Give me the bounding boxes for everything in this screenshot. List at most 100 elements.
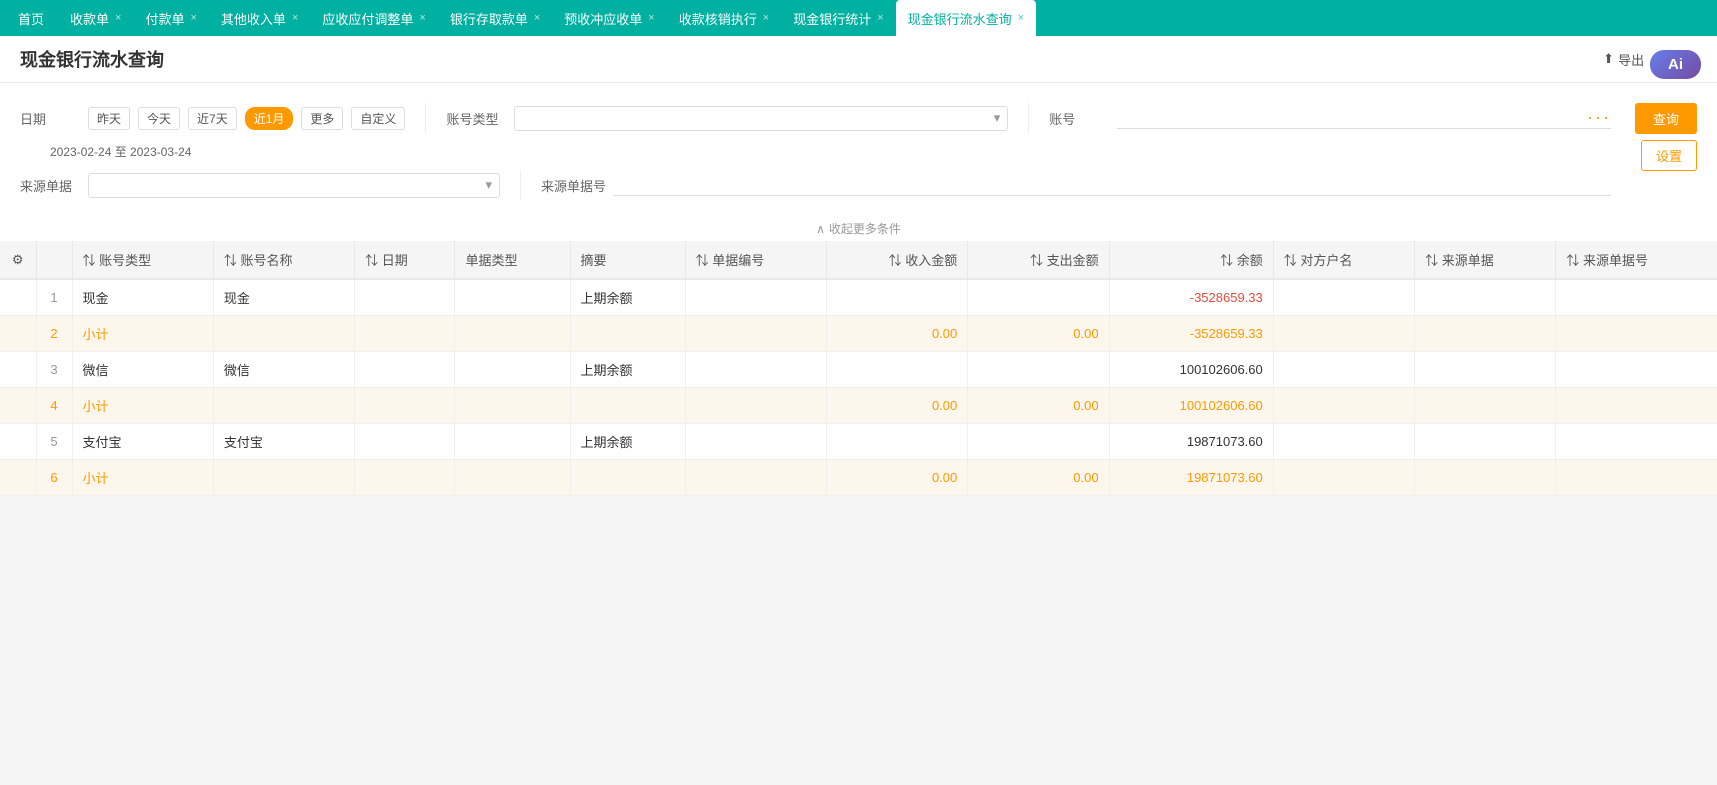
balance-column-header[interactable]: ⇅ 余额 — [1109, 241, 1273, 279]
row-account-type: 小计 — [72, 388, 213, 424]
table-row: 2 小计 0.00 0.00 -3528659.33 — [0, 316, 1717, 352]
main-table: ⚙ ⇅ 账号类型 ⇅ 账号名称 ⇅ 日期 单据类型 摘要 ⇅ 单据编号 ⇅ 收入… — [0, 241, 1717, 496]
close-icon-3[interactable]: × — [419, 12, 425, 24]
page-title: 现金银行流水查询 — [20, 46, 164, 72]
row-income — [826, 352, 967, 388]
account-input[interactable] — [1117, 107, 1587, 128]
nav-tab-2[interactable]: 其他收入单 × — [209, 0, 310, 36]
date-column-header[interactable]: ⇅ 日期 — [355, 241, 455, 279]
table-row: 5 支付宝 支付宝 上期余额 19871073.60 — [0, 424, 1717, 460]
row-num: 4 — [36, 388, 72, 424]
table-row: 3 微信 微信 上期余额 100102606.60 — [0, 352, 1717, 388]
close-icon-8[interactable]: × — [1018, 12, 1024, 24]
row-summary: 上期余额 — [570, 279, 685, 316]
expense-column-header[interactable]: ⇅ 支出金额 — [968, 241, 1109, 279]
close-icon-5[interactable]: × — [648, 12, 654, 24]
account-dots-button[interactable]: ··· — [1587, 107, 1611, 128]
close-icon-4[interactable]: × — [534, 12, 540, 24]
settings-button[interactable]: 设置 — [1641, 140, 1697, 171]
row-num: 2 — [36, 316, 72, 352]
nav-home[interactable]: 首页 — [4, 0, 58, 36]
near7-btn[interactable]: 近7天 — [188, 107, 237, 130]
nav-tab-5[interactable]: 预收冲应收单 × — [552, 0, 666, 36]
row-doc-type — [455, 424, 570, 460]
custom-btn[interactable]: 自定义 — [351, 107, 405, 130]
near1m-btn[interactable]: 近1月 — [245, 107, 294, 130]
account-type-select[interactable] — [514, 106, 1008, 131]
row-source-doc — [1415, 316, 1556, 352]
row-balance: 19871073.60 — [1109, 424, 1273, 460]
row-expense — [968, 279, 1109, 316]
today-btn[interactable]: 今天 — [138, 107, 180, 130]
source-doc-no-column-header[interactable]: ⇅ 来源单据号 — [1556, 241, 1717, 279]
row-gear — [0, 316, 36, 352]
close-icon-6[interactable]: × — [763, 12, 769, 24]
row-date — [355, 279, 455, 316]
row-counterparty — [1273, 279, 1414, 316]
income-column-header[interactable]: ⇅ 收入金额 — [826, 241, 967, 279]
row-income: 0.00 — [826, 388, 967, 424]
collapse-bar[interactable]: ∧ 收起更多条件 — [20, 216, 1697, 241]
nav-tab-7[interactable]: 现金银行统计 × — [781, 0, 895, 36]
row-income — [826, 424, 967, 460]
ai-button[interactable]: Ai — [1650, 50, 1701, 79]
query-button[interactable]: 查询 — [1635, 103, 1697, 134]
collapse-icon: ∧ — [816, 222, 825, 236]
row-summary — [570, 316, 685, 352]
close-icon-0[interactable]: × — [115, 12, 121, 24]
row-account-name: 现金 — [213, 279, 354, 316]
source-doc-num-input[interactable] — [614, 174, 1611, 195]
row-source-doc-no — [1556, 279, 1717, 316]
row-income: 0.00 — [826, 316, 967, 352]
export-icon: ⬆ — [1603, 51, 1614, 67]
export-button[interactable]: ⬆ 导出 — [1603, 50, 1644, 69]
row-date — [355, 388, 455, 424]
nav-tab-1[interactable]: 付款单 × — [133, 0, 208, 36]
source-doc-filter-group: 来源单据 — [20, 173, 500, 198]
row-gear — [0, 424, 36, 460]
row-date — [355, 352, 455, 388]
row-source-doc-no — [1556, 316, 1717, 352]
table-body: 1 现金 现金 上期余额 -3528659.33 2 小计 0.00 0.00 … — [0, 279, 1717, 496]
close-icon-1[interactable]: × — [190, 12, 196, 24]
row-account-name: 支付宝 — [213, 424, 354, 460]
page-header: 现金银行流水查询 ⬆ 导出 ↻ 刷新 — [0, 36, 1717, 83]
table-area: ⚙ ⇅ 账号类型 ⇅ 账号名称 ⇅ 日期 单据类型 摘要 ⇅ 单据编号 ⇅ 收入… — [0, 241, 1717, 496]
counterparty-column-header[interactable]: ⇅ 对方户名 — [1273, 241, 1414, 279]
row-expense: 0.00 — [968, 388, 1109, 424]
table-header-row: ⚙ ⇅ 账号类型 ⇅ 账号名称 ⇅ 日期 单据类型 摘要 ⇅ 单据编号 ⇅ 收入… — [0, 241, 1717, 279]
row-account-type: 支付宝 — [72, 424, 213, 460]
row-balance: 100102606.60 — [1109, 388, 1273, 424]
row-gear — [0, 352, 36, 388]
row-summary — [570, 388, 685, 424]
yesterday-btn[interactable]: 昨天 — [88, 107, 130, 130]
row-date — [355, 424, 455, 460]
row-income: 0.00 — [826, 460, 967, 496]
row-doc-no — [685, 424, 826, 460]
row-summary: 上期余额 — [570, 424, 685, 460]
account-type-column-header[interactable]: ⇅ 账号类型 — [72, 241, 213, 279]
nav-tab-8[interactable]: 现金银行流水查询 × — [896, 0, 1036, 36]
nav-tab-0[interactable]: 收款单 × — [58, 0, 133, 36]
row-source-doc-no — [1556, 424, 1717, 460]
date-shortcuts: 昨天 今天 近7天 近1月 更多 自定义 — [88, 107, 405, 130]
row-num: 5 — [36, 424, 72, 460]
close-icon-2[interactable]: × — [292, 12, 298, 24]
row-source-doc — [1415, 460, 1556, 496]
source-doc-column-header[interactable]: ⇅ 来源单据 — [1415, 241, 1556, 279]
row-account-type: 小计 — [72, 460, 213, 496]
more-btn[interactable]: 更多 — [301, 107, 343, 130]
nav-tab-3[interactable]: 应收应付调整单 × — [310, 0, 437, 36]
row-balance: -3528659.33 — [1109, 279, 1273, 316]
source-doc-select[interactable] — [88, 173, 500, 198]
close-icon-7[interactable]: × — [877, 12, 883, 24]
nav-tab-6[interactable]: 收款核销执行 × — [667, 0, 781, 36]
gear-column-header[interactable]: ⚙ — [0, 241, 36, 279]
right-buttons: 查询 设置 — [1635, 103, 1697, 171]
nav-bar: 首页 收款单 × 付款单 × 其他收入单 × 应收应付调整单 × 银行存取款单 … — [0, 0, 1717, 36]
account-name-column-header[interactable]: ⇅ 账号名称 — [213, 241, 354, 279]
date-filter-group: 日期 昨天 今天 近7天 近1月 更多 自定义 — [20, 107, 405, 130]
row-gear — [0, 279, 36, 316]
doc-no-column-header[interactable]: ⇅ 单据编号 — [685, 241, 826, 279]
nav-tab-4[interactable]: 银行存取款单 × — [438, 0, 552, 36]
